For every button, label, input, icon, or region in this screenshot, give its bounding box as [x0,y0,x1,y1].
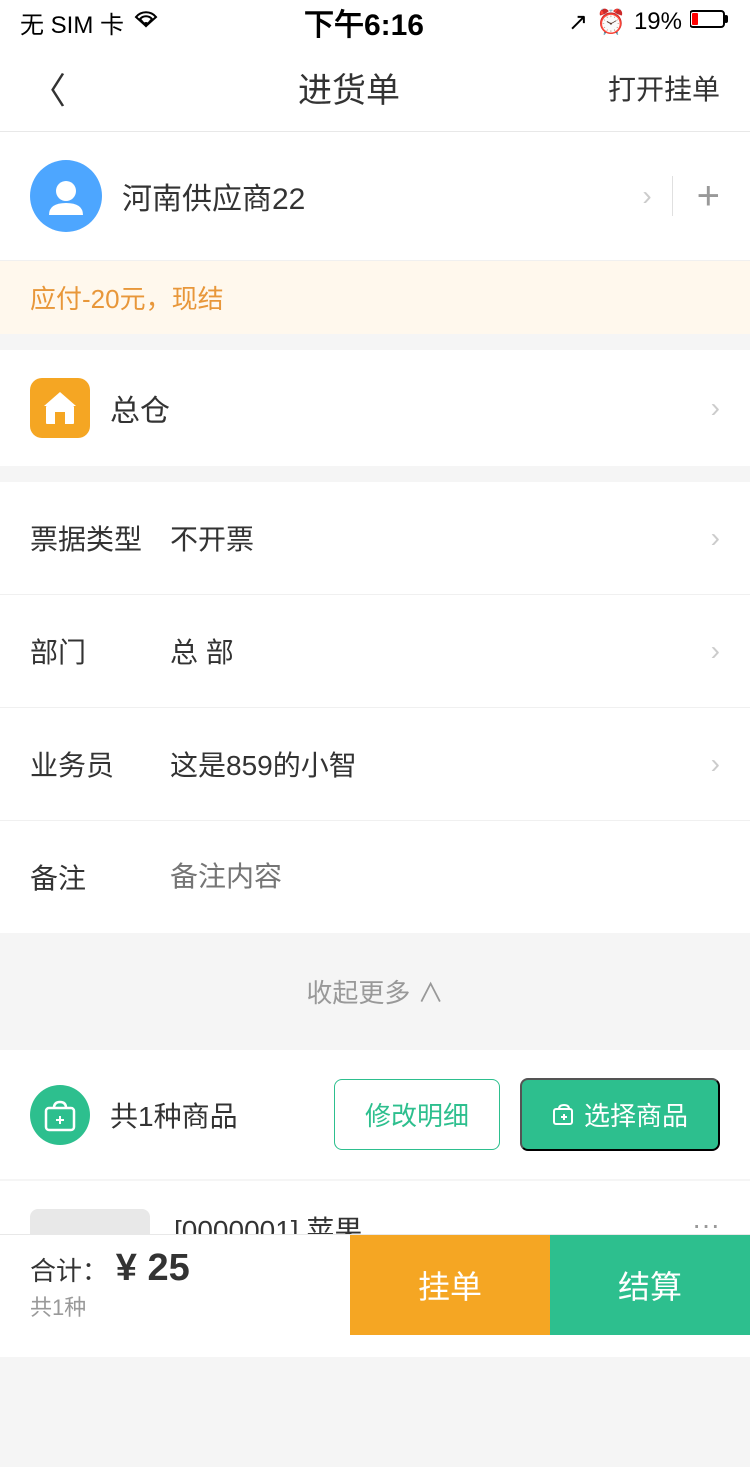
warehouse-name: 总仓 [110,386,711,430]
salesperson-chevron-icon: › [711,748,720,780]
product-count-label: 共1种商品 [110,1095,314,1135]
product-header-icon [30,1085,90,1145]
supplier-avatar [30,160,102,232]
warehouse-chevron-icon: › [711,392,720,424]
hang-button[interactable]: 挂单 [350,1235,550,1335]
supplier-notice: 应付-20元，现结 [0,261,750,334]
department-chevron-icon: › [711,635,720,667]
battery-label: 19% [634,8,682,36]
edit-detail-button[interactable]: 修改明细 [334,1079,500,1150]
select-product-button[interactable]: 选择商品 [520,1078,720,1151]
supplier-section: 河南供应商22 › + 应付-20元，现结 [0,132,750,334]
invoice-type-value: 不开票 [170,518,711,558]
open-hang-button[interactable]: 打开挂单 [608,68,720,108]
department-label: 部门 [30,631,150,671]
collapse-button[interactable]: 收起更多 ∧ [0,949,750,1034]
department-row[interactable]: 部门 总 部 › [0,595,750,708]
invoice-chevron-icon: › [711,522,720,554]
supplier-chevron-icon: › [642,180,651,212]
page-title: 进货单 [298,63,400,112]
warehouse-section: 总仓 › [0,350,750,466]
status-left: 无 SIM 卡 [20,5,160,40]
product-header-section: 共1种商品 修改明细 选择商品 [0,1050,750,1179]
status-time: 下午6:16 [304,0,424,44]
supplier-row[interactable]: 河南供应商22 › + [0,132,750,261]
total-count: 共1种 [30,1290,320,1322]
status-bar: 无 SIM 卡 下午6:16 ↗ ⏰ 19% [0,0,750,44]
warehouse-row[interactable]: 总仓 › [0,350,750,466]
select-product-label: 选择商品 [584,1096,688,1133]
checkout-button[interactable]: 结算 [550,1235,750,1335]
add-supplier-button[interactable]: + [672,176,720,216]
invoice-type-row[interactable]: 票据类型 不开票 › [0,482,750,595]
salesperson-label: 业务员 [30,744,150,784]
carrier-label: 无 SIM 卡 [20,5,124,40]
remark-label: 备注 [30,857,150,897]
product-header: 共1种商品 修改明细 选择商品 [0,1050,750,1179]
back-button[interactable]: 〈 [30,62,90,114]
supplier-name: 河南供应商22 [122,174,642,218]
salesperson-value: 这是859的小智 [170,744,711,784]
alarm-icon: ⏰ [596,8,626,37]
total-amount: ¥ 25 [116,1247,190,1289]
total-label: 合计： [30,1256,108,1286]
status-right: ↗ ⏰ 19% [568,8,730,37]
warehouse-icon [30,378,90,438]
location-icon: ↗ [568,8,588,37]
department-value: 总 部 [170,631,711,671]
wifi-icon [132,8,160,37]
salesperson-row[interactable]: 业务员 这是859的小智 › [0,708,750,821]
bottom-bar: 合计： ¥ 25 共1种 挂单 结算 [0,1234,750,1334]
total-section: 合计： ¥ 25 共1种 [0,1247,350,1322]
nav-bar: 〈 进货单 打开挂单 [0,44,750,132]
remark-input[interactable] [170,861,720,893]
battery-icon [690,8,730,36]
invoice-type-label: 票据类型 [30,518,150,558]
collapse-label: 收起更多 ∧ [306,973,443,1010]
form-section: 票据类型 不开票 › 部门 总 部 › 业务员 这是859的小智 › 备注 [0,482,750,933]
remark-row[interactable]: 备注 [0,821,750,933]
